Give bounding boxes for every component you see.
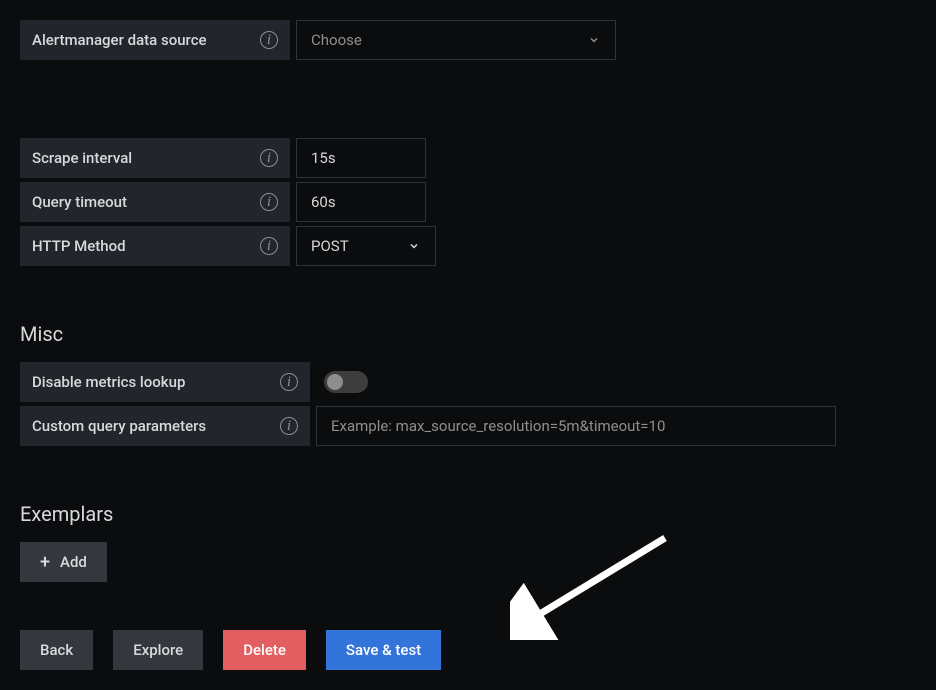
footer-buttons: Back Explore Delete Save & test bbox=[20, 630, 916, 670]
info-icon[interactable]: i bbox=[280, 373, 298, 391]
info-icon[interactable]: i bbox=[260, 149, 278, 167]
custom-query-params-input[interactable] bbox=[316, 406, 836, 446]
scrape-interval-input[interactable] bbox=[296, 138, 426, 178]
http-method-label-box: HTTP Method i bbox=[20, 226, 290, 266]
toggle-knob bbox=[327, 374, 343, 390]
http-method-row: HTTP Method i POST bbox=[20, 226, 916, 266]
query-timeout-input[interactable] bbox=[296, 182, 426, 222]
custom-query-params-label-box: Custom query parameters i bbox=[20, 406, 310, 446]
custom-query-params-row: Custom query parameters i bbox=[20, 406, 916, 446]
http-method-value: POST bbox=[311, 237, 349, 255]
scrape-interval-row: Scrape interval i bbox=[20, 138, 916, 178]
info-icon[interactable]: i bbox=[260, 31, 278, 49]
save-test-button[interactable]: Save & test bbox=[326, 630, 441, 670]
alertmanager-datasource-value: Choose bbox=[311, 31, 362, 49]
scrape-interval-label-box: Scrape interval i bbox=[20, 138, 290, 178]
query-timeout-label-box: Query timeout i bbox=[20, 182, 290, 222]
add-exemplar-button[interactable]: + Add bbox=[20, 542, 107, 582]
misc-heading: Misc bbox=[20, 322, 916, 346]
explore-button[interactable]: Explore bbox=[113, 630, 203, 670]
disable-metrics-lookup-label: Disable metrics lookup bbox=[32, 373, 185, 391]
disable-metrics-lookup-label-box: Disable metrics lookup i bbox=[20, 362, 310, 402]
plus-icon: + bbox=[40, 552, 50, 573]
info-icon[interactable]: i bbox=[280, 417, 298, 435]
back-button[interactable]: Back bbox=[20, 630, 93, 670]
alertmanager-datasource-select[interactable]: Choose bbox=[296, 20, 616, 60]
add-label: Add bbox=[60, 553, 87, 571]
http-method-select[interactable]: POST bbox=[296, 226, 436, 266]
disable-metrics-lookup-row: Disable metrics lookup i bbox=[20, 362, 916, 402]
alertmanager-datasource-row: Alertmanager data source i Choose bbox=[20, 20, 916, 60]
chevron-down-icon bbox=[407, 239, 421, 253]
info-icon[interactable]: i bbox=[260, 193, 278, 211]
chevron-down-icon bbox=[587, 33, 601, 47]
alertmanager-datasource-label-box: Alertmanager data source i bbox=[20, 20, 290, 60]
query-timeout-label: Query timeout bbox=[32, 193, 127, 211]
scrape-interval-label: Scrape interval bbox=[32, 149, 132, 167]
alertmanager-datasource-label: Alertmanager data source bbox=[32, 31, 207, 49]
http-method-label: HTTP Method bbox=[32, 237, 126, 255]
query-timeout-row: Query timeout i bbox=[20, 182, 916, 222]
delete-button[interactable]: Delete bbox=[223, 630, 306, 670]
arrow-annotation bbox=[510, 530, 680, 640]
info-icon[interactable]: i bbox=[260, 237, 278, 255]
custom-query-params-label: Custom query parameters bbox=[32, 417, 206, 435]
exemplars-heading: Exemplars bbox=[20, 502, 916, 526]
disable-metrics-lookup-toggle[interactable] bbox=[324, 371, 368, 393]
